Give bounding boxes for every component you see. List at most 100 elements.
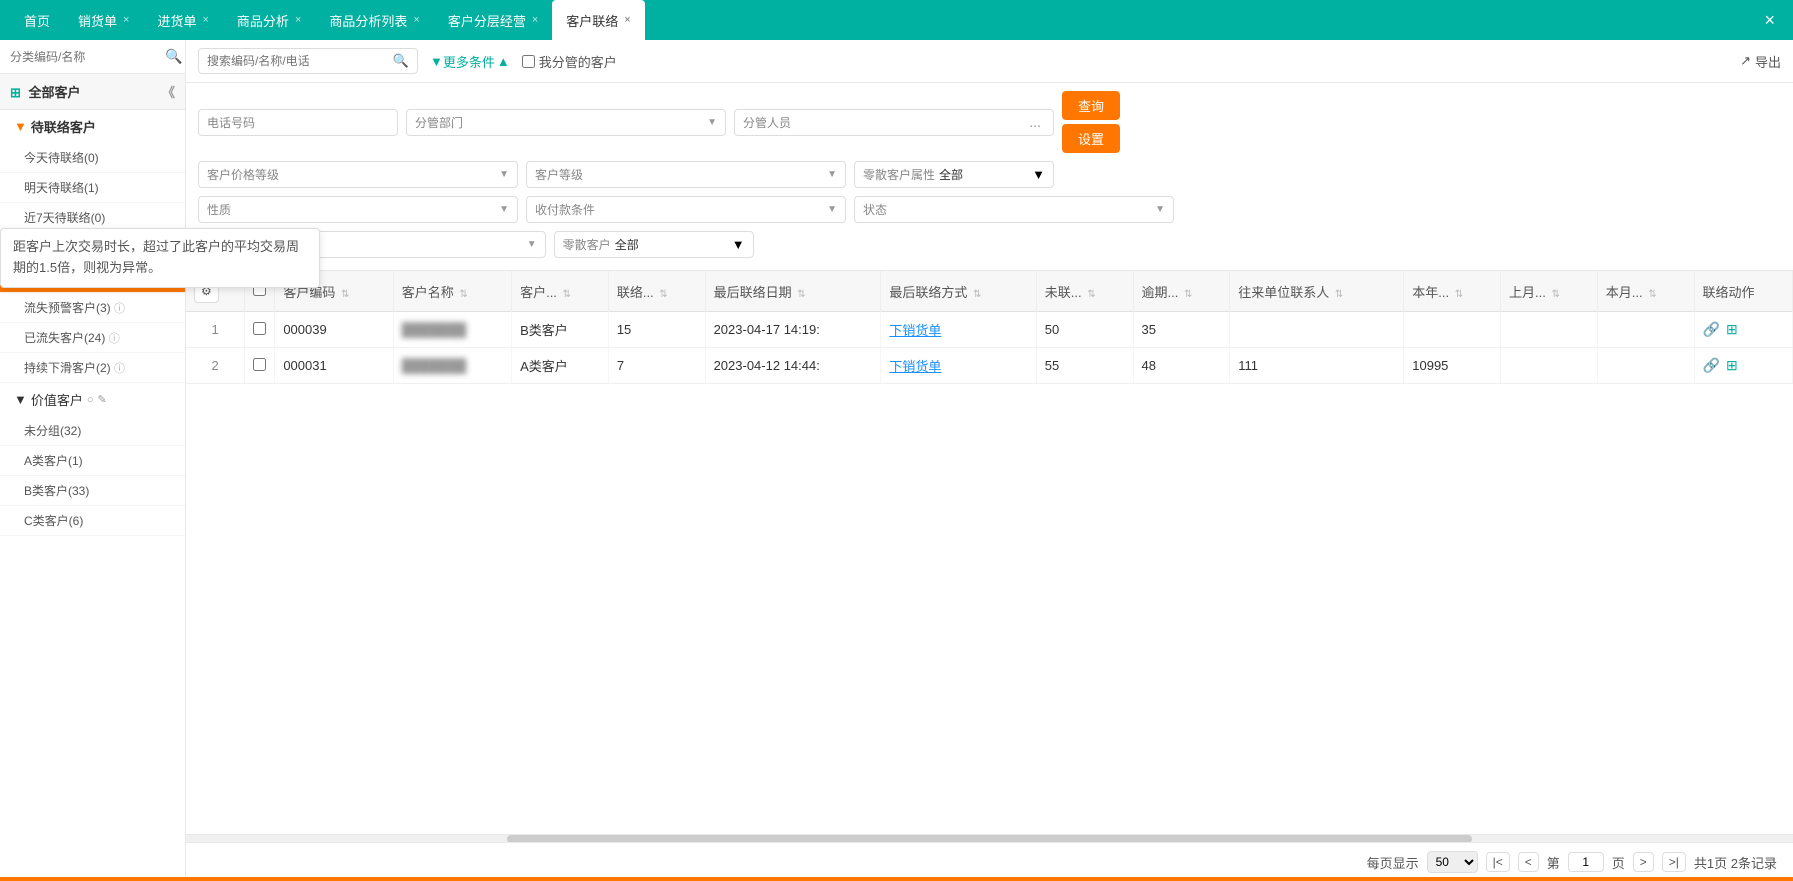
table-header-row: ⚙ 客户编码 ⇅ 客户名称 ⇅ bbox=[186, 271, 1793, 312]
nav-label-sales: 销货单 bbox=[78, 11, 117, 30]
prev-page-btn[interactable]: < bbox=[1518, 852, 1539, 872]
nav-item-product-list[interactable]: 商品分析列表 × bbox=[315, 0, 433, 40]
zero-attr-field[interactable]: 零散客户属性 全部 ▼ bbox=[854, 161, 1054, 188]
sidebar-item-unclassified[interactable]: 未分组(32) bbox=[0, 416, 185, 446]
edit-icon[interactable]: ○ bbox=[87, 394, 94, 406]
sort-icon-unlink[interactable]: ⇅ bbox=[1087, 289, 1095, 300]
action-icon-link-1[interactable]: 🔗 bbox=[1703, 321, 1720, 338]
sort-icon-level[interactable]: ⇅ bbox=[563, 289, 571, 300]
nav-close-sales[interactable]: × bbox=[123, 14, 129, 26]
col-this-month: 本月... ⇅ bbox=[1597, 271, 1694, 312]
sort-icon-contact-count[interactable]: ⇅ bbox=[659, 289, 667, 300]
row-last-method-2[interactable]: 下销货单 bbox=[881, 348, 1036, 384]
sidebar-item-tomorrow[interactable]: 明天待联络(1) bbox=[0, 173, 185, 203]
nav-item-customer-ops[interactable]: 客户分层经营 × bbox=[434, 0, 552, 40]
customer-level-label: 客户等级 bbox=[535, 166, 583, 183]
price-level-field[interactable]: 客户价格等级 ▼ bbox=[198, 161, 518, 188]
main-search-input[interactable] bbox=[207, 54, 389, 68]
pagination-bar: 每页显示 50 20 100 |< < 第 页 > >| 共1页 2条记录 bbox=[186, 842, 1793, 881]
nav-item-product-analysis[interactable]: 商品分析 × bbox=[223, 0, 315, 40]
last-method-link-2[interactable]: 下销货单 bbox=[889, 359, 941, 374]
close-all-button[interactable]: × bbox=[1756, 10, 1783, 31]
sidebar-item-churn-warning[interactable]: 流失预警客户(3) ⓘ bbox=[0, 293, 185, 323]
sort-icon-last-date[interactable]: ⇅ bbox=[797, 289, 805, 300]
status-field[interactable]: 状态 ▼ bbox=[854, 196, 1174, 223]
nav-label-purchase: 进货单 bbox=[157, 11, 196, 30]
sort-icon-this-year[interactable]: ⇅ bbox=[1455, 289, 1463, 300]
col-contact-count: 联络... ⇅ bbox=[608, 271, 705, 312]
value-customer-title[interactable]: ▼ 价值客户 ○ ✎ bbox=[0, 383, 185, 416]
row-last-method-1[interactable]: 下销货单 bbox=[881, 312, 1036, 348]
sort-icon-last-method[interactable]: ⇅ bbox=[973, 289, 981, 300]
row-checkbox-1[interactable] bbox=[253, 322, 266, 335]
customer-level-field[interactable]: 客户等级 ▼ bbox=[526, 161, 846, 188]
sidebar-item-declining[interactable]: 持续下滑客户(2) ⓘ bbox=[0, 353, 185, 383]
nav-close-product-analysis[interactable]: × bbox=[295, 14, 301, 26]
row-check-1[interactable] bbox=[245, 312, 275, 348]
sidebar-search-input[interactable] bbox=[10, 50, 165, 64]
last-method-link-1[interactable]: 下销货单 bbox=[889, 323, 941, 338]
sidebar-item-a-class[interactable]: A类客户(1) bbox=[0, 446, 185, 476]
row-checkbox-2[interactable] bbox=[253, 358, 266, 371]
sort-icon-last-month[interactable]: ⇅ bbox=[1551, 289, 1559, 300]
more-conditions-btn[interactable]: ▼ 更多条件 ▲ bbox=[430, 52, 510, 71]
edit-icon2[interactable]: ✎ bbox=[98, 393, 107, 406]
export-button[interactable]: ↗ 导出 bbox=[1740, 52, 1781, 71]
nav-item-customer-contact[interactable]: 客户联络 × bbox=[552, 0, 644, 40]
zero-customer-field[interactable]: 零散客户 全部 ▼ bbox=[554, 231, 754, 258]
col-contact-person: 往来单位联系人 ⇅ bbox=[1230, 271, 1404, 312]
sidebar-search-icon[interactable]: 🔍 bbox=[165, 48, 182, 65]
payment-field[interactable]: 收付款条件 ▼ bbox=[526, 196, 846, 223]
sort-icon-name[interactable]: ⇅ bbox=[459, 289, 467, 300]
settings-button[interactable]: 设置 bbox=[1062, 124, 1120, 153]
status-arrow-icon: ▼ bbox=[1155, 204, 1165, 215]
row-last-month-2 bbox=[1501, 348, 1598, 384]
pending-contact-title[interactable]: ▼ 待联络客户 bbox=[0, 110, 185, 143]
customer-name-blurred-2: ███████ bbox=[402, 358, 466, 373]
nav-item-purchase[interactable]: 进货单 × bbox=[143, 0, 222, 40]
col-this-year-label: 本年... bbox=[1412, 285, 1449, 300]
sort-icon-contact-person[interactable]: ⇅ bbox=[1335, 289, 1343, 300]
dept-arrow-icon: ▼ bbox=[707, 117, 717, 128]
next-page-btn[interactable]: > bbox=[1633, 852, 1654, 872]
col-last-method-label: 最后联络方式 bbox=[889, 285, 967, 300]
action-icon-grid-1[interactable]: ⊞ bbox=[1726, 321, 1738, 338]
phone-field[interactable]: 电话号码 bbox=[198, 109, 398, 136]
sort-icon-overdue[interactable]: ⇅ bbox=[1184, 289, 1192, 300]
my-customers-checkbox[interactable] bbox=[522, 55, 535, 68]
action-icon-link-2[interactable]: 🔗 bbox=[1703, 357, 1720, 374]
horizontal-scrollbar[interactable] bbox=[186, 834, 1793, 842]
nav-close-purchase[interactable]: × bbox=[202, 14, 208, 26]
data-table-wrap: ⚙ 客户编码 ⇅ 客户名称 ⇅ bbox=[186, 271, 1793, 834]
nav-close-product-list[interactable]: × bbox=[413, 14, 419, 26]
zero-customer-label: 零散客户 bbox=[563, 236, 611, 253]
sidebar-item-b-class[interactable]: B类客户(33) bbox=[0, 476, 185, 506]
first-page-btn[interactable]: |< bbox=[1486, 852, 1510, 872]
department-field[interactable]: 分管部门 ▼ bbox=[406, 109, 726, 136]
main-search-icon[interactable]: 🔍 bbox=[393, 53, 409, 69]
row-check-2[interactable] bbox=[245, 348, 275, 384]
sort-icon-code[interactable]: ⇅ bbox=[341, 289, 349, 300]
my-customers-check[interactable]: 我分管的客户 bbox=[522, 52, 617, 71]
per-page-select[interactable]: 50 20 100 bbox=[1427, 851, 1478, 873]
row-name-2: ███████ bbox=[393, 348, 511, 384]
action-icon-grid-2[interactable]: ⊞ bbox=[1726, 357, 1738, 374]
sidebar-item-churned[interactable]: 已流失客户(24) ⓘ bbox=[0, 323, 185, 353]
nav-item-home[interactable]: 首页 bbox=[10, 0, 64, 40]
sort-icon-this-month[interactable]: ⇅ bbox=[1648, 289, 1656, 300]
last-page-btn[interactable]: >| bbox=[1662, 852, 1686, 872]
query-button[interactable]: 查询 bbox=[1062, 91, 1120, 120]
sidebar-item-c-class[interactable]: C类客户(6) bbox=[0, 506, 185, 536]
manager-field[interactable]: 分管人员 ... bbox=[734, 109, 1054, 136]
gender-field[interactable]: 性质 ▼ bbox=[198, 196, 518, 223]
zero-attr-arrow-icon: ▼ bbox=[1032, 167, 1045, 182]
nav-close-customer-contact[interactable]: × bbox=[624, 14, 630, 26]
page-number-input[interactable] bbox=[1568, 852, 1604, 872]
col-level-label: 客户... bbox=[520, 285, 557, 300]
collapse-icon[interactable]: 《 bbox=[162, 82, 175, 101]
nav-item-sales[interactable]: 销货单 × bbox=[64, 0, 143, 40]
sidebar-all-customers[interactable]: ⊞ 全部客户 《 bbox=[0, 74, 185, 110]
sidebar-item-today[interactable]: 今天待联络(0) bbox=[0, 143, 185, 173]
col-this-month-label: 本月... bbox=[1606, 285, 1643, 300]
nav-close-customer-ops[interactable]: × bbox=[532, 14, 538, 26]
